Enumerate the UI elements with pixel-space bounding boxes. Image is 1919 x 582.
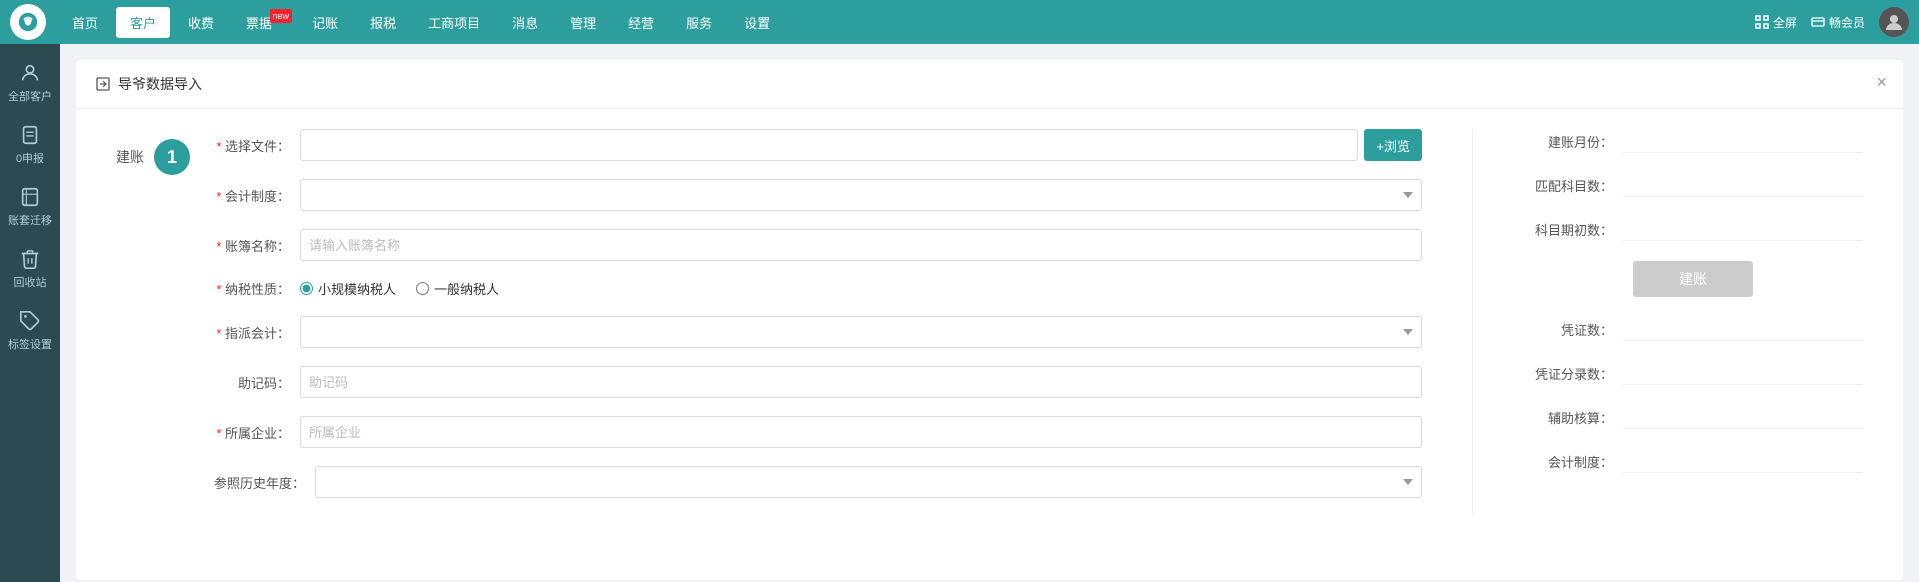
form-left: 建账 1 选择文件： +浏览 [116,129,1422,516]
nav-tax[interactable]: 报税 [356,7,410,38]
history-label: 参照历史年度： [210,473,305,492]
step-label: 建账 [116,147,144,167]
app-logo[interactable] [10,4,46,40]
form-fields: 选择文件： +浏览 会计制度： [210,129,1422,516]
nav-operation[interactable]: 经营 [614,7,668,38]
sidebar-item-account-migration[interactable]: 账套迁移 [0,178,60,236]
file-icon [19,124,41,146]
nav-message[interactable]: 消息 [498,7,552,38]
sidebar-item-all-customers[interactable]: 全部客户 [0,54,60,112]
memo-row: 助记码： [210,366,1422,398]
file-row: 选择文件： +浏览 [210,129,1422,161]
nav-home[interactable]: 首页 [58,7,112,38]
init-value [1623,217,1863,241]
nav-settings[interactable]: 设置 [730,7,784,38]
nav-service[interactable]: 服务 [672,7,726,38]
build-account-btn[interactable]: 建账 [1633,261,1753,297]
month-row: 建账月份： [1523,129,1863,153]
init-label: 科目期初数： [1523,220,1613,239]
file-input[interactable] [300,129,1358,161]
fullscreen-label: 全屏 [1773,14,1797,31]
accounting-label: 会计制度： [210,186,290,205]
accountant-label: 指派会计： [210,323,290,342]
company-input[interactable] [300,416,1422,448]
right-accounting-label: 会计制度： [1523,452,1613,471]
aux-value [1623,405,1863,429]
card-title: 导爷数据导入 [118,74,202,94]
sidebar-item-declaration[interactable]: 0申报 [0,116,60,174]
right-accounting-value [1623,449,1863,473]
sidebar: 全部客户 0申报 账套迁移 回收站 [0,44,60,582]
new-badge: new [270,9,293,23]
accountant-select[interactable] [300,316,1422,348]
import-icon [96,77,110,91]
month-value [1623,129,1863,153]
card-header: 导爷数据导入 [76,60,1903,109]
history-select[interactable] [315,466,1422,498]
person-icon [19,62,41,84]
nav-customer[interactable]: 客户 [116,7,170,38]
browse-btn[interactable]: +浏览 [1364,129,1422,161]
tax-small-radio[interactable]: 小规模纳税人 [300,279,396,298]
voucher-value [1623,317,1863,341]
panel-divider [1472,129,1473,516]
nav-business[interactable]: 工商项目 [414,7,494,38]
ledger-input[interactable] [300,229,1422,261]
member-label: 畅会员 [1829,14,1865,31]
form-right: 建账月份： 匹配科目数： 科目期初数： 建账 凭证数： [1523,129,1863,516]
tax-label: 纳税性质： [210,279,290,298]
company-row: 所属企业： [210,416,1422,448]
trash-icon [19,248,41,270]
sidebar-item-tag-settings[interactable]: 标签设置 [0,302,60,360]
tax-general-radio[interactable]: 一般纳税人 [416,279,499,298]
voucher-label: 凭证数： [1523,320,1613,339]
file-label: 选择文件： [210,136,290,155]
memo-label: 助记码： [210,373,290,392]
nav-fee[interactable]: 收费 [174,7,228,38]
aux-row: 辅助核算： [1523,405,1863,429]
form-body: 建账 1 选择文件： +浏览 [76,109,1903,536]
accountant-row: 指派会计： [210,316,1422,348]
nav-bookkeeping[interactable]: 记账 [298,7,352,38]
history-row: 参照历史年度： [210,466,1422,498]
month-label: 建账月份： [1523,132,1613,151]
nav-items: 首页 客户 收费 票据 new 记账 报税 工商项目 消息 管理 经营 服务 设… [58,7,1755,38]
tag-icon [19,310,41,332]
voucher-entries-row: 凭证分录数： [1523,361,1863,385]
member-icon [1811,15,1825,29]
voucher-row: 凭证数： [1523,317,1863,341]
nav-management[interactable]: 管理 [556,7,610,38]
company-label: 所属企业： [210,423,290,442]
match-label: 匹配科目数： [1523,176,1613,195]
close-btn[interactable]: × [1876,72,1887,93]
voucher-entries-value [1623,361,1863,385]
right-accounting-row: 会计制度： [1523,449,1863,473]
match-value [1623,173,1863,197]
fullscreen-icon [1755,15,1769,29]
match-row: 匹配科目数： [1523,173,1863,197]
book-icon [19,186,41,208]
nav-invoice[interactable]: 票据 new [232,7,294,38]
top-nav: 首页 客户 收费 票据 new 记账 报税 工商项目 消息 管理 经营 服务 设… [0,0,1919,44]
accounting-select[interactable] [300,179,1422,211]
nav-right: 全屏 畅会员 [1755,7,1909,37]
card: 导爷数据导入 × 建账 1 选择文件： [76,60,1903,580]
init-row: 科目期初数： [1523,217,1863,241]
accounting-row: 会计制度： [210,179,1422,211]
fullscreen-btn[interactable]: 全屏 [1755,14,1797,31]
main-content: 导爷数据导入 × 建账 1 选择文件： [60,44,1919,582]
memo-input[interactable] [300,366,1422,398]
ledger-label: 账簿名称： [210,236,290,255]
member-btn[interactable]: 畅会员 [1811,14,1865,31]
ledger-row: 账簿名称： [210,229,1422,261]
aux-label: 辅助核算： [1523,408,1613,427]
tax-radio-group: 小规模纳税人 一般纳税人 [300,279,1422,298]
sidebar-item-recycle[interactable]: 回收站 [0,240,60,298]
tax-row: 纳税性质： 小规模纳税人 一般纳税人 [210,279,1422,298]
voucher-entries-label: 凭证分录数： [1523,364,1613,383]
step-circle: 1 [154,139,190,175]
avatar[interactable] [1879,7,1909,37]
